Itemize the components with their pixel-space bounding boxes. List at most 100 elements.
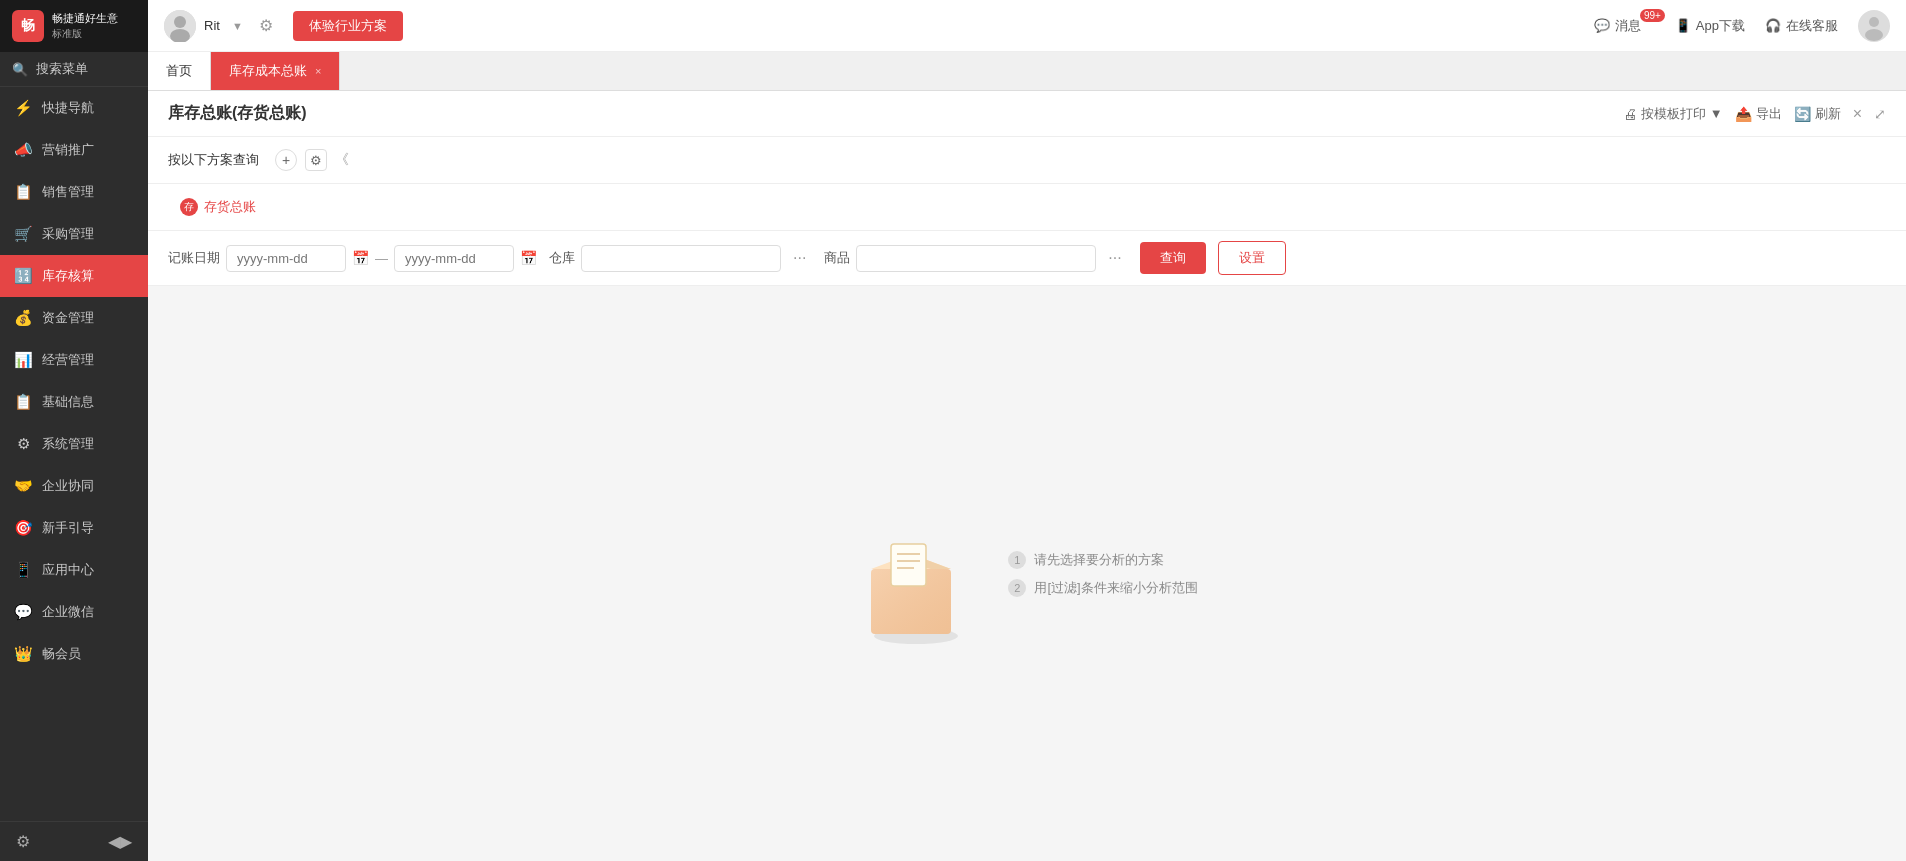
filter-actions: + ⚙ 《 [275, 149, 349, 171]
warehouse-input[interactable] [581, 245, 781, 272]
online-service-label: 在线客服 [1786, 17, 1838, 35]
scheme-item-inventory-ledger[interactable]: 存 存货总账 [168, 192, 268, 222]
refresh-btn[interactable]: 🔄 刷新 [1794, 105, 1841, 123]
date-start-input[interactable] [226, 245, 346, 272]
empty-messages: 1 请先选择要分析的方案 2 用[过滤]条件来缩小分析范围 [1008, 551, 1197, 597]
logo-icon: 畅 [12, 10, 44, 42]
top-section: 库存总账(存货总账) 🖨 按模板打印 ▼ 📤 导出 🔄 刷新 [148, 91, 1906, 286]
online-service-action[interactable]: 🎧 在线客服 [1765, 17, 1838, 35]
sidebar-search[interactable]: 🔍 搜索菜单 [0, 52, 148, 87]
cooperation-icon: 🤝 [14, 477, 32, 495]
page-header: 库存总账(存货总账) 🖨 按模板打印 ▼ 📤 导出 🔄 刷新 [148, 91, 1906, 137]
print-btn[interactable]: 🖨 按模板打印 ▼ [1623, 105, 1723, 123]
svg-point-4 [1869, 17, 1879, 27]
product-condition-group: 商品 ··· [824, 245, 1127, 272]
filter-area: 按以下方案查询 + ⚙ 《 [148, 137, 1906, 184]
refresh-icon: 🔄 [1794, 106, 1811, 122]
sidebar-item-label: 应用中心 [42, 561, 94, 579]
msg-1-num: 1 [1008, 551, 1026, 569]
query-conditions: 记账日期 📅 — 📅 仓库 ··· 商品 ··· 查询 [148, 231, 1906, 286]
inventory-icon: 🔢 [14, 267, 32, 285]
sidebar-item-inventory[interactable]: 🔢 库存核算 [0, 255, 148, 297]
sidebar-item-label: 经营管理 [42, 351, 94, 369]
query-button[interactable]: 查询 [1140, 242, 1206, 274]
filter-add-btn[interactable]: + [275, 149, 297, 171]
sidebar-item-app-center[interactable]: 📱 应用中心 [0, 549, 148, 591]
settings-footer-icon[interactable]: ⚙ [16, 832, 30, 851]
sidebar-item-marketing[interactable]: 📣 营销推广 [0, 129, 148, 171]
sidebar-item-guide[interactable]: 🎯 新手引导 [0, 507, 148, 549]
sidebar-item-finance[interactable]: 💰 资金管理 [0, 297, 148, 339]
sidebar-item-operations[interactable]: 📊 经营管理 [0, 339, 148, 381]
svg-point-1 [174, 16, 186, 28]
operations-icon: 📊 [14, 351, 32, 369]
product-more-btn[interactable]: ··· [1102, 247, 1127, 269]
panel-close-btn[interactable]: × [1853, 105, 1862, 123]
svg-rect-9 [891, 544, 926, 586]
date-start-calendar-icon[interactable]: 📅 [352, 250, 369, 266]
export-icon: 📤 [1735, 106, 1752, 122]
sidebar-logo: 畅 畅捷通好生意 标准版 [0, 0, 148, 52]
sidebar-item-system[interactable]: ⚙ 系统管理 [0, 423, 148, 465]
sidebar-item-label: 企业微信 [42, 603, 94, 621]
filter-label: 按以下方案查询 [168, 151, 259, 169]
collapse-sidebar-icon[interactable]: ◀▶ [108, 832, 132, 851]
topbar-left: Rit ▼ ⚙ 体验行业方案 [164, 10, 403, 42]
filter-settings-btn[interactable]: ⚙ [305, 149, 327, 171]
sidebar-item-label: 企业协同 [42, 477, 94, 495]
sidebar-item-sales[interactable]: 📋 销售管理 [0, 171, 148, 213]
print-dropdown-icon[interactable]: ▼ [1710, 106, 1723, 121]
tab-home-label: 首页 [166, 62, 192, 80]
wechat-icon: 💬 [14, 603, 32, 621]
panel-expand-btn[interactable]: ⤢ [1874, 106, 1886, 122]
topbar-right-avatar[interactable] [1858, 10, 1890, 42]
product-label: 商品 [824, 249, 850, 267]
settings-button[interactable]: 设置 [1218, 241, 1286, 275]
sidebar-item-label: 销售管理 [42, 183, 94, 201]
date-end-input[interactable] [394, 245, 514, 272]
topbar-right: 💬 消息 99+ 📱 App下载 🎧 在线客服 [1594, 10, 1890, 42]
print-icon: 🖨 [1623, 106, 1637, 122]
sidebar-item-member[interactable]: 👑 畅会员 [0, 633, 148, 675]
warehouse-condition-group: 仓库 ··· [549, 245, 812, 272]
msg-2-text: 用[过滤]条件来缩小分析范围 [1034, 579, 1197, 597]
message-label: 消息 [1615, 17, 1641, 35]
industry-btn[interactable]: 体验行业方案 [293, 11, 403, 41]
export-btn[interactable]: 📤 导出 [1735, 105, 1782, 123]
filter-settings-icon: ⚙ [310, 153, 322, 168]
sidebar-item-wechat[interactable]: 💬 企业微信 [0, 591, 148, 633]
tab-home[interactable]: 首页 [148, 52, 211, 90]
scheme-list: 存 存货总账 [148, 184, 1906, 231]
sidebar-item-quick-nav[interactable]: ⚡ 快捷导航 [0, 87, 148, 129]
topbar-dropdown-icon[interactable]: ▼ [232, 20, 243, 32]
app-download-action[interactable]: 📱 App下载 [1675, 17, 1745, 35]
sidebar-item-label: 系统管理 [42, 435, 94, 453]
sidebar-item-cooperation[interactable]: 🤝 企业协同 [0, 465, 148, 507]
message-action[interactable]: 💬 消息 99+ [1594, 17, 1655, 35]
empty-msg-2: 2 用[过滤]条件来缩小分析范围 [1008, 579, 1197, 597]
sidebar-search-label: 搜索菜单 [36, 60, 88, 78]
message-badge: 99+ [1640, 9, 1665, 22]
sidebar-nav: ⚡ 快捷导航 📣 营销推广 📋 销售管理 🛒 采购管理 🔢 库存核算 💰 资金管… [0, 87, 148, 821]
online-service-icon: 🎧 [1765, 18, 1781, 33]
topbar-settings-icon[interactable]: ⚙ [259, 16, 273, 35]
system-icon: ⚙ [14, 435, 32, 453]
export-label: 导出 [1756, 105, 1782, 123]
empty-state: 1 请先选择要分析的方案 2 用[过滤]条件来缩小分析范围 [148, 286, 1906, 861]
msg-1-text: 请先选择要分析的方案 [1034, 551, 1164, 569]
sidebar-item-basic-info[interactable]: 📋 基础信息 [0, 381, 148, 423]
sidebar-item-purchase[interactable]: 🛒 采购管理 [0, 213, 148, 255]
filter-collapse-btn[interactable]: 《 [335, 151, 349, 169]
sidebar-item-label: 营销推广 [42, 141, 94, 159]
sidebar-item-label: 库存核算 [42, 267, 94, 285]
warehouse-more-btn[interactable]: ··· [787, 247, 812, 269]
msg-2-num: 2 [1008, 579, 1026, 597]
page-content: 库存总账(存货总账) 🖨 按模板打印 ▼ 📤 导出 🔄 刷新 [148, 91, 1906, 861]
tab-inventory-ledger[interactable]: 库存成本总账 × [211, 52, 340, 90]
guide-icon: 🎯 [14, 519, 32, 537]
sidebar-item-label: 畅会员 [42, 645, 81, 663]
product-input[interactable] [856, 245, 1096, 272]
date-end-calendar-icon[interactable]: 📅 [520, 250, 537, 266]
empty-illustration [856, 514, 976, 634]
tab-close-icon[interactable]: × [315, 65, 321, 77]
